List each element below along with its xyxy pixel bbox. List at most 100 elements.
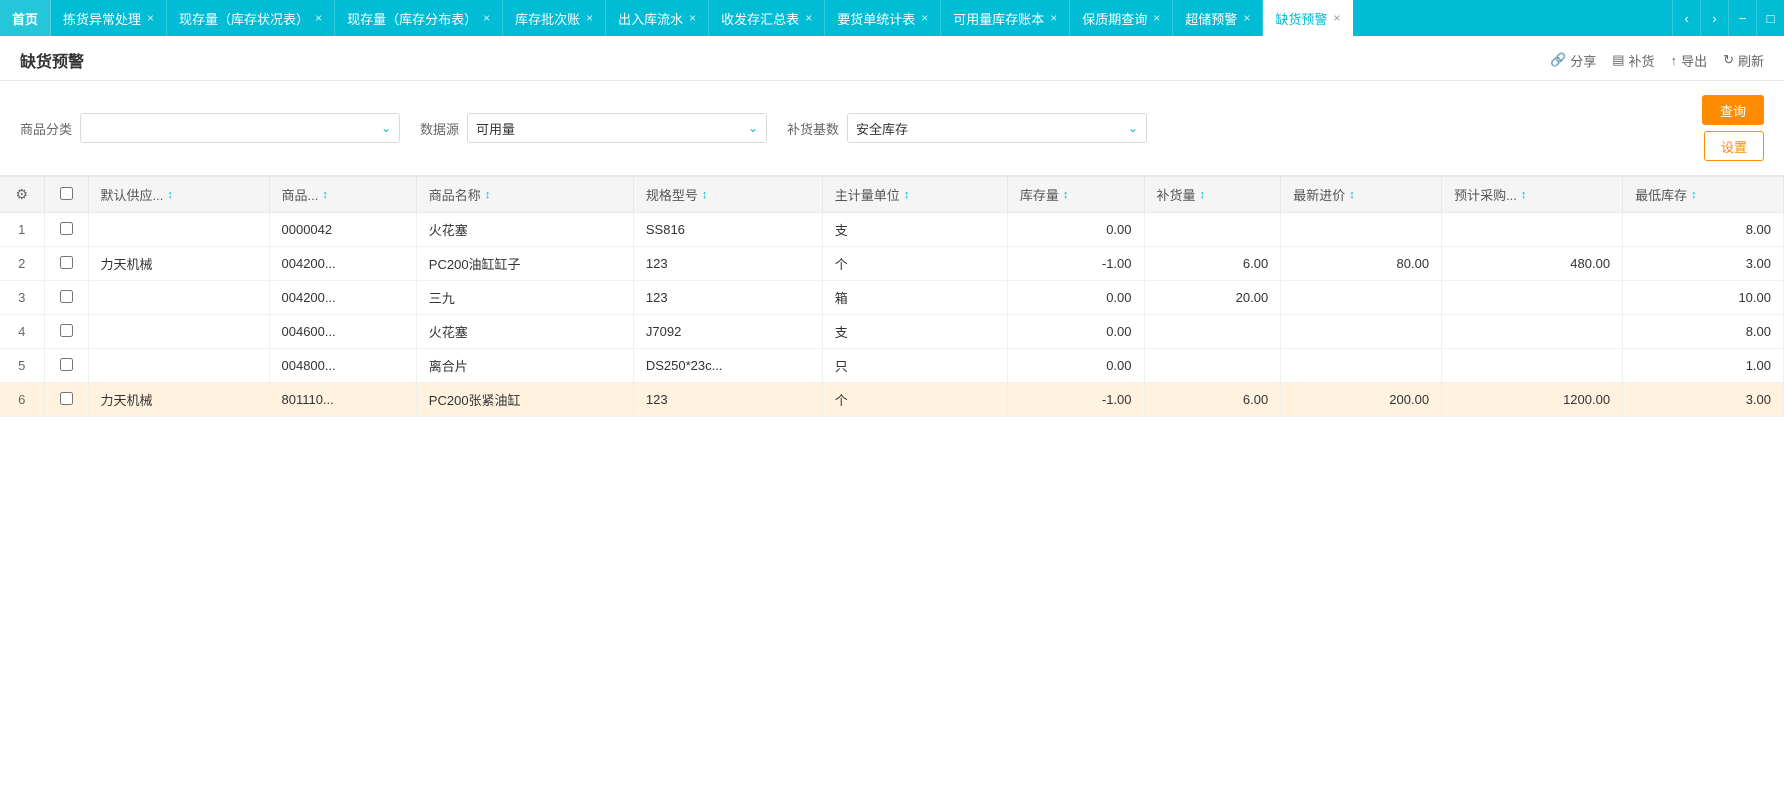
row-supplier-2 [88,281,269,315]
window-restore-btn[interactable]: □ [1756,0,1784,36]
tab-label: 保质期查询 [1082,9,1147,28]
product-name-column-header[interactable]: 商品名称↕ [416,177,633,213]
tab-close-shortage[interactable]: × [1333,11,1340,25]
tab-close-avail-ledger[interactable]: × [1050,11,1057,25]
row-spec-1: 123 [633,247,822,281]
tab-exception[interactable]: 拣货异常处理× [51,0,167,36]
tab-close-inventory-dist[interactable]: × [483,11,490,25]
replenish-basis-select[interactable]: 安全库存 ⌄ [847,113,1147,143]
table-container: ⚙ 默认供应...↕ 商品...↕ 商品名称↕ 规格型号↕ [0,176,1784,417]
category-filter-group: 商品分类 ⌄ [20,113,400,143]
replenish-btn[interactable]: ▤ 补货 [1612,51,1654,70]
tab-close-inout-flow[interactable]: × [689,11,696,25]
table-header-row: ⚙ 默认供应...↕ 商品...↕ 商品名称↕ 规格型号↕ [0,177,1784,213]
row-checkbox-4[interactable] [60,358,73,371]
min-stock-column-header[interactable]: 最低库存↕ [1623,177,1784,213]
settings-button[interactable]: 设置 [1704,131,1764,161]
spec-sort-icon: ↕ [702,189,708,201]
nav-scroll-right[interactable]: › [1700,0,1728,36]
nav-scroll-left[interactable]: ‹ [1672,0,1700,36]
datasource-value: 可用量 [476,119,515,138]
row-spec-3: J7092 [633,315,822,349]
tab-home[interactable]: 首页 [0,0,51,36]
tab-expiry[interactable]: 保质期查询 × [1070,0,1173,36]
tab-label: 库存批次账 [515,9,580,28]
row-stock-2: 0.00 [1007,281,1144,315]
row-product-name-3: 火花塞 [416,315,633,349]
tab-overstock[interactable]: 超储预警 × [1173,0,1263,36]
tab-close-batch-account[interactable]: × [586,11,593,25]
row-checkbox-cell-1 [44,247,88,281]
supplier-column-header[interactable]: 默认供应...↕ [88,177,269,213]
row-index-5: 6 [0,383,44,417]
row-product-name-2: 三九 [416,281,633,315]
row-checkbox-2[interactable] [60,290,73,303]
replenish-column-header[interactable]: 补货量↕ [1144,177,1281,213]
row-index-0: 1 [0,213,44,247]
table-row: 5 004800... 离合片 DS250*23c... 只 0.00 1.00 [0,349,1784,383]
unit-column-header[interactable]: 主计量单位↕ [822,177,1007,213]
tab-close-inventory-status[interactable]: × [315,11,322,25]
datasource-label: 数据源 [420,119,459,138]
row-checkbox-5[interactable] [60,392,73,405]
row-checkbox-1[interactable] [60,256,73,269]
tab-label: 首页 [12,9,38,28]
tab-close-expiry[interactable]: × [1153,11,1160,25]
row-checkbox-3[interactable] [60,324,73,337]
tab-label: 现存量（库存状况表） [179,9,309,28]
share-icon: 🔗 [1550,52,1566,68]
row-unit-0: 支 [822,213,1007,247]
tab-shortage[interactable]: 缺货预警× [1263,0,1353,36]
export-icon: ↑ [1671,53,1678,68]
tab-label: 收发存汇总表 [721,9,799,28]
tab-close-order-stats[interactable]: × [921,11,928,25]
row-latest-price-5: 200.00 [1281,383,1442,417]
row-spec-4: DS250*23c... [633,349,822,383]
category-select[interactable]: ⌄ [80,113,400,143]
page-title: 缺货预警 [20,48,1550,72]
row-stock-1: -1.00 [1007,247,1144,281]
query-button[interactable]: 查询 [1702,95,1764,125]
latest-price-column-header[interactable]: 最新进价↕ [1281,177,1442,213]
row-product-code-0: 0000042 [269,213,416,247]
row-est-purchase-4 [1442,349,1623,383]
tab-inventory-dist[interactable]: 现存量（库存分布表）× [335,0,503,36]
est-purchase-column-header[interactable]: 预计采购...↕ [1442,177,1623,213]
share-btn[interactable]: 🔗 分享 [1550,51,1596,70]
row-replenish-4 [1144,349,1281,383]
tab-avail-ledger[interactable]: 可用量库存账本× [941,0,1070,36]
gear-icon[interactable]: ⚙ [15,186,28,202]
tab-batch-account[interactable]: 库存批次账 × [503,0,606,36]
row-checkbox-0[interactable] [60,222,73,235]
tab-receipt-summary[interactable]: 收发存汇总表 × [709,0,825,36]
row-min-stock-0: 8.00 [1623,213,1784,247]
tab-label: 超储预警 [1185,9,1237,28]
select-all-checkbox[interactable] [60,187,73,200]
window-minimize-btn[interactable]: − [1728,0,1756,36]
row-product-code-4: 004800... [269,349,416,383]
tab-close-receipt-summary[interactable]: × [805,11,812,25]
export-btn[interactable]: ↑ 导出 [1671,51,1708,70]
product-code-column-header[interactable]: 商品...↕ [269,177,416,213]
tab-close-exception[interactable]: × [147,11,154,25]
row-spec-2: 123 [633,281,822,315]
stock-column-header[interactable]: 库存量↕ [1007,177,1144,213]
replenish-sort-icon: ↕ [1200,189,1206,201]
row-checkbox-cell-0 [44,213,88,247]
latest-price-sort-icon: ↕ [1349,189,1355,201]
refresh-btn[interactable]: ↻ 刷新 [1723,51,1764,70]
spec-column-header[interactable]: 规格型号↕ [633,177,822,213]
tab-inout-flow[interactable]: 出入库流水× [606,0,709,36]
row-product-code-1: 004200... [269,247,416,281]
row-unit-4: 只 [822,349,1007,383]
replenish-icon: ▤ [1612,52,1624,68]
tab-inventory-status[interactable]: 现存量（库存状况表） × [167,0,335,36]
shortage-table: ⚙ 默认供应...↕ 商品...↕ 商品名称↕ 规格型号↕ [0,176,1784,417]
tab-order-stats[interactable]: 要货单统计表× [825,0,941,36]
row-supplier-1: 力天机械 [88,247,269,281]
row-est-purchase-2 [1442,281,1623,315]
gear-column-header[interactable]: ⚙ [0,177,44,213]
datasource-select[interactable]: 可用量 ⌄ [467,113,767,143]
tab-close-overstock[interactable]: × [1243,11,1250,25]
row-product-code-2: 004200... [269,281,416,315]
